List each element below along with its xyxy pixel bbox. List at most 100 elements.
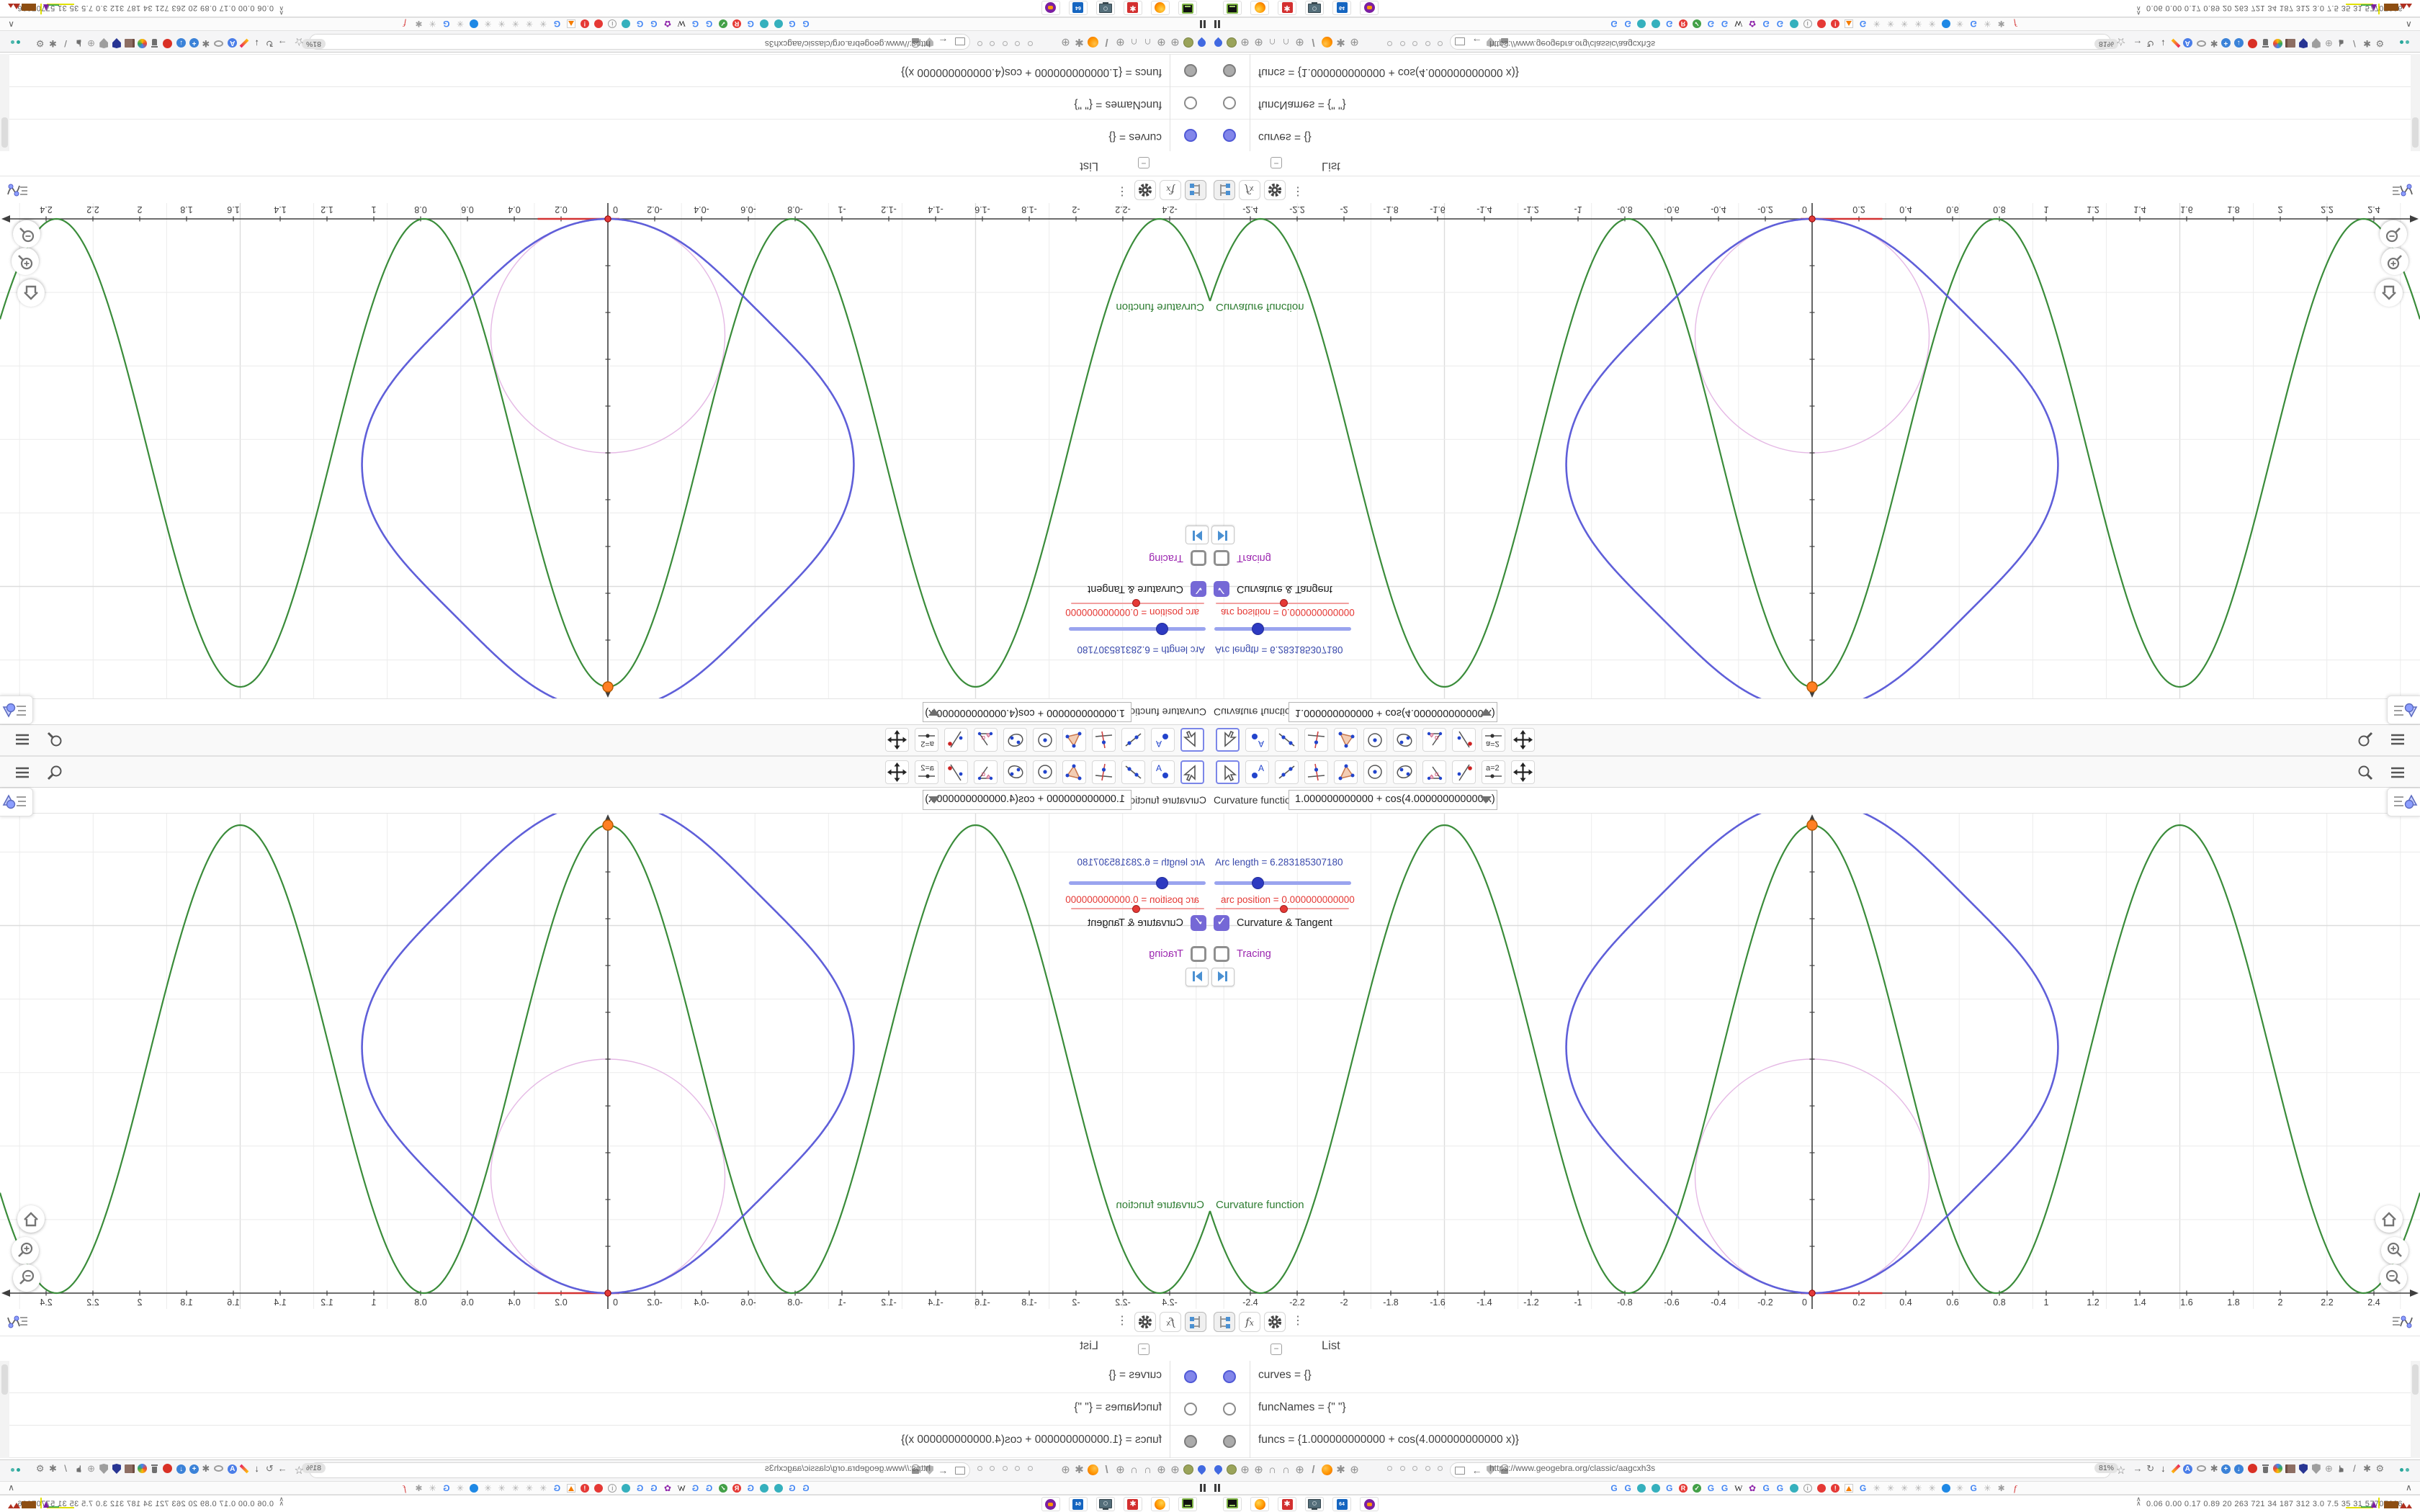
mini-extension-icon[interactable]: [1003, 1466, 1008, 1471]
tool-perpendicular-line-button[interactable]: [1092, 760, 1116, 784]
tool-reflect-button[interactable]: [1452, 760, 1476, 784]
curvature-function-input[interactable]: 1.000000000000 + cos(4.000000000000 x): [923, 702, 1131, 722]
pause-icon[interactable]: [1214, 1484, 1216, 1492]
graphics-view[interactable]: -2.4 -2.2 -2 -1.8 -1.6 -1.4 -1.2 -1 -0.8 -0.6 -0.4…: [0, 203, 1210, 698]
zoom-level-badge[interactable]: 81%: [2094, 1463, 2119, 1473]
taskbar-app-settings-red[interactable]: ✱: [1278, 1, 1296, 15]
favicon-snow[interactable]: ✳: [483, 19, 493, 29]
favicon-dot-blue[interactable]: [1941, 1483, 1951, 1493]
taskbar-app-game-purple[interactable]: [1041, 1497, 1060, 1511]
mini-extension-icon[interactable]: [1425, 41, 1430, 46]
search-icon[interactable]: [2357, 732, 2373, 747]
pin-blue-icon[interactable]: [1196, 36, 1208, 49]
taskbar-app-firefox[interactable]: [1151, 1497, 1170, 1511]
pause-icon[interactable]: [1218, 1484, 1220, 1492]
wrench-icon[interactable]: /: [1101, 1464, 1113, 1476]
taskbar-app-monitor[interactable]: [1096, 1, 1115, 15]
taskbar-app-monitor[interactable]: [1305, 1497, 1324, 1511]
function-view-icon[interactable]: [7, 176, 29, 200]
function-view-icon[interactable]: [2391, 1312, 2413, 1336]
graphics-view[interactable]: -2.4 -2.2 -2 -1.8 -1.6 -1.4 -1.2 -1 -0.8 -0.6 -0.4…: [1210, 814, 2420, 1309]
globe-icon[interactable]: ⊕: [1155, 36, 1168, 48]
zoom-level-badge[interactable]: 81%: [301, 1463, 326, 1473]
zoom-out-button[interactable]: [13, 1264, 40, 1292]
favicon-snow[interactable]: ✳: [511, 19, 521, 29]
favicon-gear-gray[interactable]: ✱: [1996, 19, 2007, 29]
curvature-value-point[interactable]: [602, 681, 614, 693]
tool-ellipse-button[interactable]: [1393, 728, 1417, 752]
shield-gray-extension-icon[interactable]: [2311, 37, 2322, 49]
favicon-mountain-orange[interactable]: [566, 1483, 576, 1493]
settings-gear-button[interactable]: [1264, 180, 1286, 200]
shield-ud-extension-icon[interactable]: [111, 37, 122, 49]
tool-angle-button[interactable]: α: [1422, 760, 1446, 784]
tool-ellipse-button[interactable]: [1393, 760, 1417, 784]
kebab-menu-icon[interactable]: ⋮: [1116, 184, 1128, 199]
favicon-globe-teal[interactable]: [1651, 1483, 1661, 1493]
tool-perpendicular-line-button[interactable]: [1304, 728, 1328, 752]
tool-move-graphics-button[interactable]: [885, 760, 909, 784]
oval-extension-icon[interactable]: [2196, 37, 2208, 49]
tool-polygon-button[interactable]: [1334, 728, 1358, 752]
favicon-g[interactable]: G: [1775, 1483, 1785, 1493]
favicon-snow[interactable]: ✳: [1913, 19, 1923, 29]
tool-point-button[interactable]: A: [1151, 728, 1175, 752]
download-extension-icon[interactable]: ↓: [2157, 37, 2169, 49]
curvature-function-input[interactable]: 1.000000000000 + cos(4.000000000000 x): [1289, 702, 1497, 722]
curvature-function-input[interactable]: 1.000000000000 + cos(4.000000000000 x): [923, 790, 1131, 810]
shield-gray-extension-icon[interactable]: [98, 37, 109, 49]
favicon-g[interactable]: G: [1623, 19, 1633, 29]
oval-extension-icon[interactable]: [2196, 1463, 2208, 1475]
algebra-row-curves[interactable]: curves = {}: [1210, 119, 2420, 151]
algebra-view-toggle[interactable]: [0, 788, 33, 816]
circle-olive-icon[interactable]: [1183, 1464, 1195, 1476]
favicon-snow[interactable]: ✳: [1913, 1483, 1923, 1493]
zoom-out-button[interactable]: [2380, 220, 2407, 248]
algebra-row-funcNames[interactable]: funcNames = {" "}: [0, 1393, 1210, 1426]
folder-icon[interactable]: [1455, 35, 1467, 48]
favicon-snow[interactable]: ✳: [1982, 19, 1992, 29]
algebra-expression-funcs[interactable]: funcs = {1.000000000000 + cos(4.00000000…: [1258, 66, 1519, 78]
tool-move-button[interactable]: [1216, 760, 1240, 784]
brush-extension-icon[interactable]: [2170, 1463, 2182, 1475]
algebra-expression-curves[interactable]: curves = {}: [1258, 130, 1312, 143]
gauge-icon[interactable]: ∩: [1266, 1464, 1278, 1476]
globe-icon[interactable]: ⊕: [1155, 1464, 1168, 1476]
taskbar-app-floppy-64[interactable]: 64: [1069, 1, 1088, 15]
pin-blue-icon[interactable]: [1196, 1463, 1208, 1476]
favicon-info-gray[interactable]: i: [1803, 1483, 1813, 1493]
favicon-g[interactable]: G: [1609, 1483, 1619, 1493]
collapse-button[interactable]: −: [1138, 1344, 1150, 1355]
algebra-expression-funcNames[interactable]: funcNames = {" "}: [1074, 1401, 1162, 1414]
down-blue-extension-icon[interactable]: ↓: [176, 1464, 187, 1474]
brush-extension-icon[interactable]: [238, 37, 250, 49]
circle-olive-icon[interactable]: [1183, 36, 1195, 48]
favicon-globe-teal[interactable]: [1789, 19, 1799, 29]
favicon-mountain-orange[interactable]: [1844, 1483, 1854, 1493]
arc-length-slider[interactable]: [1069, 881, 1206, 885]
skip-next-button[interactable]: [1211, 526, 1234, 544]
favicon-globe-teal[interactable]: [774, 1483, 784, 1493]
firefox-icon[interactable]: [1321, 36, 1333, 48]
globe-icon[interactable]: ⊕: [1114, 36, 1126, 48]
favicon-info-gray[interactable]: i: [607, 1483, 617, 1493]
favicon-g[interactable]: G: [635, 1483, 645, 1493]
globe-icon[interactable]: ⊕: [1348, 36, 1361, 48]
favicon-g[interactable]: G: [649, 19, 659, 29]
gear3-extension-icon[interactable]: ⚙: [35, 1463, 46, 1475]
favicon-snow[interactable]: ✳: [497, 1483, 507, 1493]
favicon-globe-teal[interactable]: [1789, 1483, 1799, 1493]
taskbar-app-floppy-64[interactable]: 64: [1332, 1497, 1351, 1511]
favicon-g[interactable]: G: [1720, 19, 1730, 29]
menu-icon[interactable]: [14, 765, 30, 780]
gear-extension-icon[interactable]: ✱: [200, 1463, 212, 1475]
taskbar-app-settings-red[interactable]: ✱: [1124, 1497, 1142, 1511]
globe-icon[interactable]: ⊕: [1252, 1464, 1265, 1476]
tool-point-button[interactable]: A: [1151, 760, 1175, 784]
algebra-row-funcNames[interactable]: funcNames = {" "}: [1210, 86, 2420, 119]
plus-blue-extension-icon[interactable]: +: [189, 38, 200, 48]
favicon-f-red[interactable]: f: [2010, 19, 2020, 29]
wrench-icon[interactable]: /: [1307, 36, 1319, 48]
favicon-alert-red[interactable]: !: [580, 19, 590, 29]
favicon-mountain-orange[interactable]: [1844, 19, 1854, 29]
